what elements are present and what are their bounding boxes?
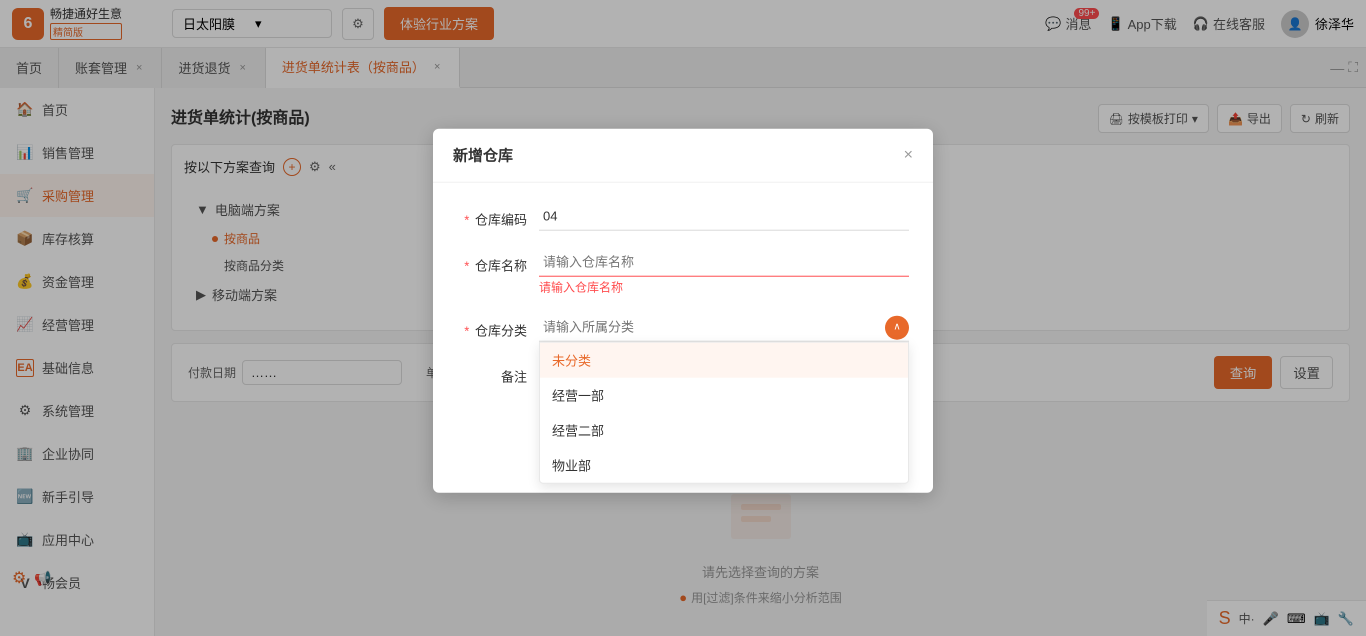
category-field-row: * 仓库分类 ∧ 未分类 经营一部 经营二部 物业部 [457, 314, 909, 342]
category-label: * 仓库分类 [457, 314, 527, 340]
name-field-row: * 仓库名称 请输入仓库名称 [457, 249, 909, 296]
dropdown-option-dept1[interactable]: 经营一部 [540, 378, 908, 413]
dialog-body: * 仓库编码 * 仓库名称 请输入仓库名称 * 仓库分类 [433, 183, 933, 430]
dialog-title: 新增仓库 [453, 145, 513, 166]
name-label: * 仓库名称 [457, 249, 527, 275]
code-field-row: * 仓库编码 [457, 203, 909, 231]
new-warehouse-dialog: 新增仓库 × * 仓库编码 * 仓库名称 请输入仓库名称 * [433, 129, 933, 493]
remark-label: 备注 [457, 360, 527, 386]
name-field-wrap: 请输入仓库名称 [539, 249, 909, 296]
code-label: * 仓库编码 [457, 203, 527, 229]
name-input[interactable] [539, 249, 909, 277]
code-input[interactable] [539, 203, 909, 231]
category-dropdown-list: 未分类 经营一部 经营二部 物业部 [539, 342, 909, 484]
dialog-close-button[interactable]: × [904, 146, 913, 164]
category-input[interactable] [539, 314, 885, 341]
dropdown-toggle-button[interactable]: ∧ [885, 315, 909, 339]
dropdown-option-dept2[interactable]: 经营二部 [540, 413, 908, 448]
dropdown-input-row: ∧ [539, 314, 909, 342]
dialog-header: 新增仓库 × [433, 129, 933, 183]
name-error-msg: 请输入仓库名称 [539, 279, 909, 296]
dropdown-option-dept3[interactable]: 物业部 [540, 448, 908, 483]
category-dropdown: ∧ 未分类 经营一部 经营二部 物业部 [539, 314, 909, 342]
dropdown-option-none[interactable]: 未分类 [540, 343, 908, 378]
